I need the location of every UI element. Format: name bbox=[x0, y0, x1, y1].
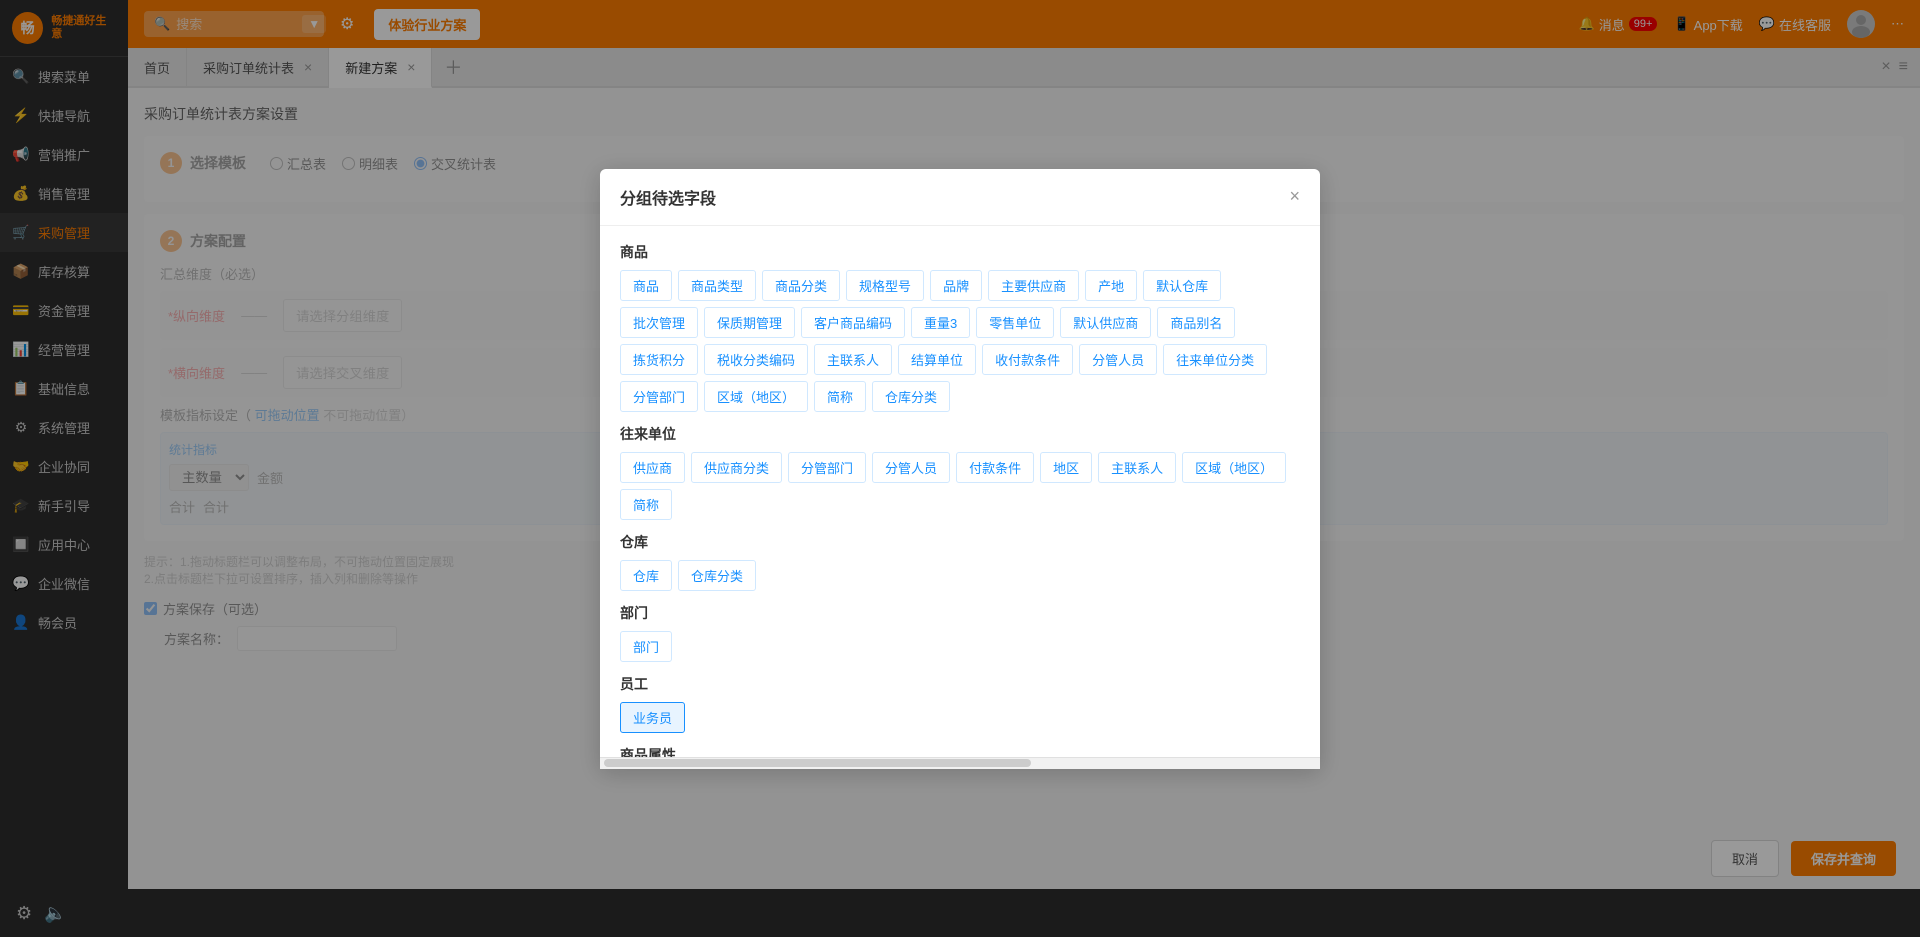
tag-main-contact-cp[interactable]: 主联系人 bbox=[1098, 452, 1176, 483]
tag-origin[interactable]: 产地 bbox=[1085, 270, 1137, 301]
tag-dept[interactable]: 部门 bbox=[620, 631, 672, 662]
tag-dept-mgmt[interactable]: 分管部门 bbox=[620, 381, 698, 412]
section-title-counterparty: 往来单位 bbox=[620, 424, 1300, 444]
section-title-dept: 部门 bbox=[620, 603, 1300, 623]
tag-dept-mgmt-cp[interactable]: 分管部门 bbox=[788, 452, 866, 483]
tag-area[interactable]: 地区 bbox=[1040, 452, 1092, 483]
tag-product-category[interactable]: 商品分类 bbox=[762, 270, 840, 301]
tag-default-supplier[interactable]: 默认供应商 bbox=[1060, 307, 1151, 338]
section-title-product: 商品 bbox=[620, 242, 1300, 262]
tag-brand[interactable]: 品牌 bbox=[930, 270, 982, 301]
tag-retail-unit[interactable]: 零售单位 bbox=[976, 307, 1054, 338]
tag-supplier[interactable]: 供应商 bbox=[620, 452, 685, 483]
tag-supplier-category[interactable]: 供应商分类 bbox=[691, 452, 782, 483]
tag-payment-condition[interactable]: 付款条件 bbox=[956, 452, 1034, 483]
tag-manager[interactable]: 分管人员 bbox=[1079, 344, 1157, 375]
tag-warehouse[interactable]: 仓库 bbox=[620, 560, 672, 591]
tag-pick-points[interactable]: 拣货积分 bbox=[620, 344, 698, 375]
tag-warehouse-category[interactable]: 仓库分类 bbox=[678, 560, 756, 591]
section-title-staff: 员工 bbox=[620, 674, 1300, 694]
tag-short-name-cp[interactable]: 简称 bbox=[620, 489, 672, 520]
counterparty-tags: 供应商 供应商分类 分管部门 分管人员 付款条件 地区 主联系人 区域（地区） … bbox=[620, 452, 1300, 520]
tag-salesperson[interactable]: 业务员 bbox=[620, 702, 685, 733]
tag-payment-terms[interactable]: 收付款条件 bbox=[982, 344, 1073, 375]
modal-body[interactable]: 商品 商品 商品类型 商品分类 规格型号 品牌 主要供应商 产地 默认仓库 批次… bbox=[600, 226, 1320, 757]
tag-counterparty-type[interactable]: 往来单位分类 bbox=[1163, 344, 1267, 375]
staff-tags: 业务员 bbox=[620, 702, 1300, 733]
tag-short-name-product[interactable]: 简称 bbox=[814, 381, 866, 412]
modal-close-button[interactable]: × bbox=[1289, 186, 1300, 207]
warehouse-tags: 仓库 仓库分类 bbox=[620, 560, 1300, 591]
dept-tags: 部门 bbox=[620, 631, 1300, 662]
tag-manager-cp[interactable]: 分管人员 bbox=[872, 452, 950, 483]
tag-default-warehouse[interactable]: 默认仓库 bbox=[1143, 270, 1221, 301]
tag-customer-sku[interactable]: 客户商品编码 bbox=[801, 307, 905, 338]
modal-title: 分组待选字段 bbox=[620, 185, 716, 209]
tag-main-contact[interactable]: 主联系人 bbox=[814, 344, 892, 375]
tag-main-supplier[interactable]: 主要供应商 bbox=[988, 270, 1079, 301]
tag-settlement-unit[interactable]: 结算单位 bbox=[898, 344, 976, 375]
modal-dialog: 分组待选字段 × 商品 商品 商品类型 商品分类 规格型号 品牌 主要供应商 产… bbox=[600, 169, 1320, 769]
modal-horizontal-scrollbar[interactable] bbox=[600, 757, 1320, 769]
tag-warehouse-type[interactable]: 仓库分类 bbox=[872, 381, 950, 412]
tag-product[interactable]: 商品 bbox=[620, 270, 672, 301]
tag-tax-code[interactable]: 税收分类编码 bbox=[704, 344, 808, 375]
section-title-warehouse: 仓库 bbox=[620, 532, 1300, 552]
modal-header: 分组待选字段 × bbox=[600, 169, 1320, 226]
section-title-product-attr: 商品属性 bbox=[620, 745, 1300, 757]
tag-weight3[interactable]: 重量3 bbox=[911, 307, 970, 338]
tag-shelf-life-mgmt[interactable]: 保质期管理 bbox=[704, 307, 795, 338]
tag-product-type[interactable]: 商品类型 bbox=[678, 270, 756, 301]
modal-hscroll-thumb[interactable] bbox=[604, 759, 1031, 767]
modal-overlay: 分组待选字段 × 商品 商品 商品类型 商品分类 规格型号 品牌 主要供应商 产… bbox=[0, 0, 1920, 937]
product-tags: 商品 商品类型 商品分类 规格型号 品牌 主要供应商 产地 默认仓库 批次管理 … bbox=[620, 270, 1300, 412]
tag-region-product[interactable]: 区域（地区） bbox=[704, 381, 808, 412]
tag-batch-mgmt[interactable]: 批次管理 bbox=[620, 307, 698, 338]
tag-spec-model[interactable]: 规格型号 bbox=[846, 270, 924, 301]
tag-region-cp[interactable]: 区域（地区） bbox=[1182, 452, 1286, 483]
tag-product-alias[interactable]: 商品别名 bbox=[1157, 307, 1235, 338]
